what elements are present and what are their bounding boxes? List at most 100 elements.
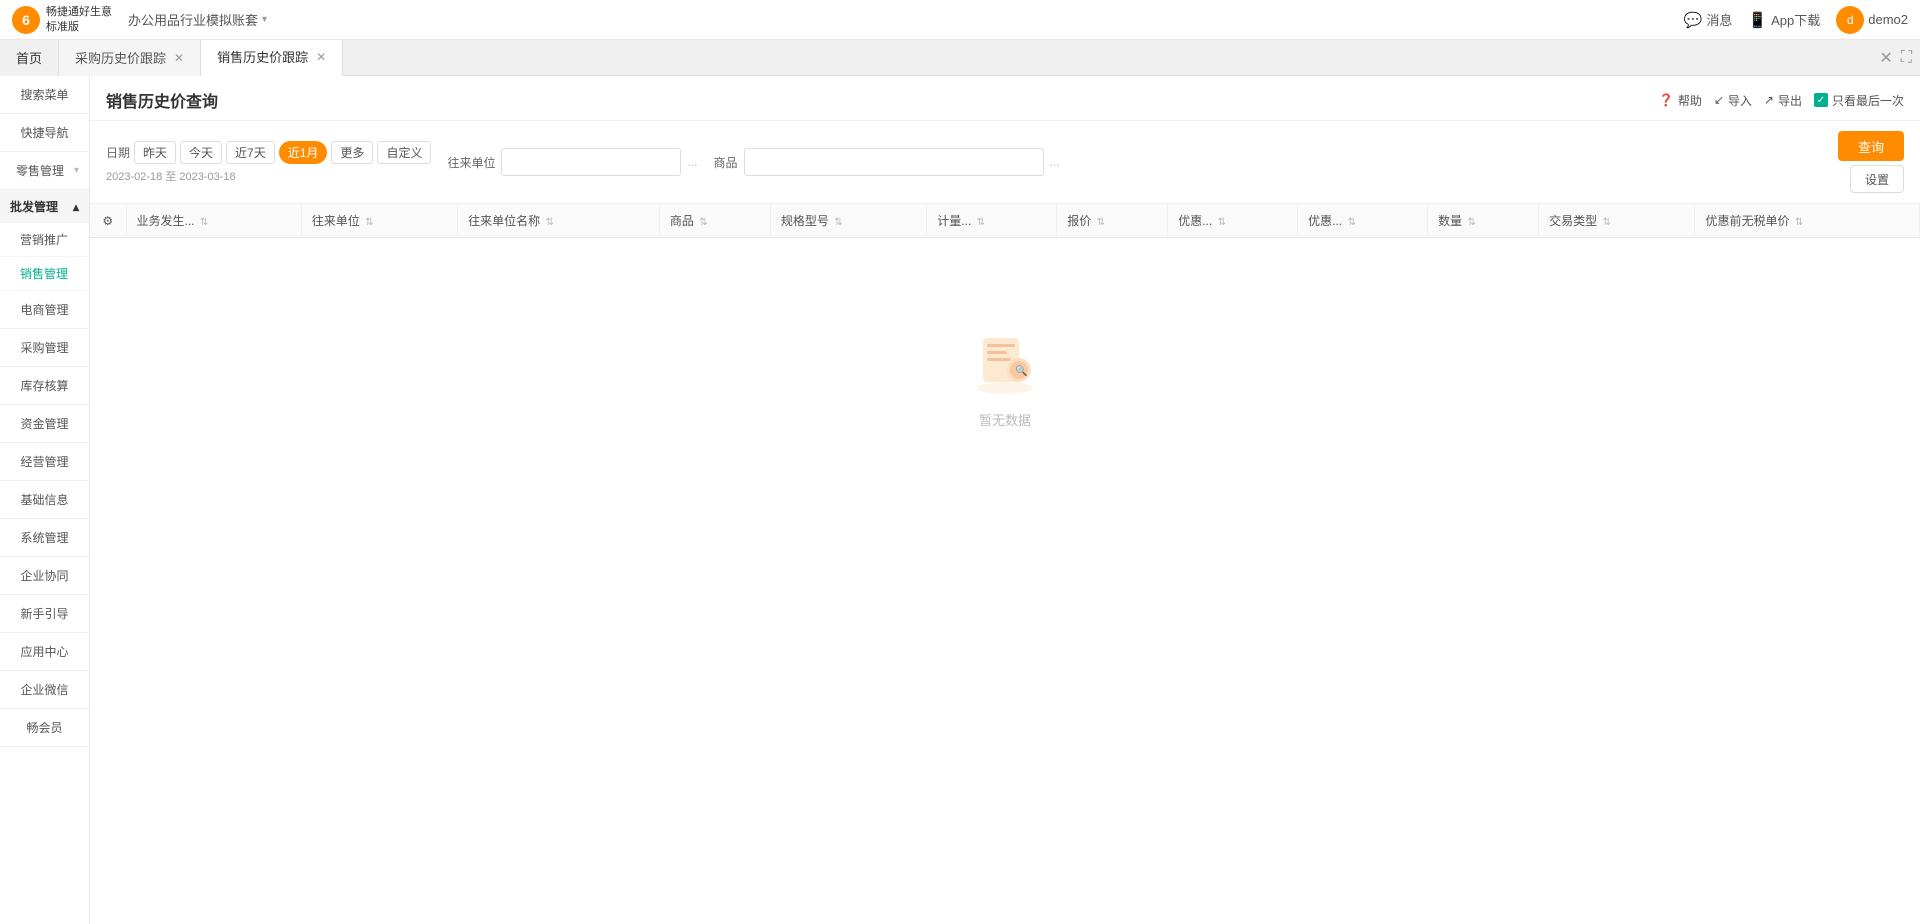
sidebar-item-guide[interactable]: 新手引导 xyxy=(0,595,89,633)
gear-icon: ⚙ xyxy=(102,214,113,228)
empty-state-icon: 🔍 xyxy=(965,318,1045,398)
date-btn-7days[interactable]: 近7天 xyxy=(226,141,275,164)
sidebar-item-finance[interactable]: 资金管理 xyxy=(0,405,89,443)
sidebar-item-operations[interactable]: 经营管理 xyxy=(0,443,89,481)
date-btn-more[interactable]: 更多 xyxy=(331,141,373,164)
sort-icon-partner-code: ⇅ xyxy=(365,217,373,228)
data-table: ⚙ 业务发生... ⇅ 往来单位 ⇅ 往来单位名称 xyxy=(90,204,1920,238)
sort-icon-partner-name: ⇅ xyxy=(546,217,554,228)
export-button[interactable]: ↗ 导出 xyxy=(1764,92,1802,109)
col-quantity[interactable]: 数量 ⇅ xyxy=(1428,204,1539,238)
sort-icon-quote: ⇅ xyxy=(1097,217,1105,228)
tab-purchase[interactable]: 采购历史价跟踪 ✕ xyxy=(59,40,201,76)
sidebar-item-system[interactable]: 系统管理 xyxy=(0,519,89,557)
message-icon: 💬 xyxy=(1684,11,1703,29)
product-filter-label: 商品 xyxy=(713,154,737,171)
only-last-checkbox-label[interactable]: ✓ 只看最后一次 xyxy=(1814,92,1904,109)
page-header: 销售历史价查询 ❓ 帮助 ↙ 导入 ↗ 导出 ✓ xyxy=(90,76,1920,121)
export-icon: ↗ xyxy=(1764,93,1774,107)
user-menu[interactable]: d demo2 xyxy=(1836,6,1908,34)
logo-area: 6 畅捷通好生意 标准版 xyxy=(12,5,112,34)
header-left: 6 畅捷通好生意 标准版 办公用品行业模拟账套 ▾ xyxy=(12,5,275,34)
svg-text:🔍: 🔍 xyxy=(1015,364,1027,377)
date-btn-custom[interactable]: 自定义 xyxy=(377,141,431,164)
tab-sales[interactable]: 销售历史价跟踪 ✕ xyxy=(201,40,343,76)
checkbox-checked-icon: ✓ xyxy=(1814,93,1828,107)
sort-icon-product: ⇅ xyxy=(699,217,707,228)
settings-button[interactable]: 设置 xyxy=(1850,165,1904,193)
col-discount2[interactable]: 优惠... ⇅ xyxy=(1298,204,1428,238)
sort-icon-discount2: ⇅ xyxy=(1348,217,1356,228)
expand-icon-retail: ▾ xyxy=(74,165,79,176)
col-discount1[interactable]: 优惠... ⇅ xyxy=(1168,204,1298,238)
col-spec[interactable]: 规格型号 ⇅ xyxy=(770,204,926,238)
partner-input[interactable] xyxy=(501,148,681,176)
sidebar-item-member[interactable]: 畅会员 xyxy=(0,709,89,747)
filter-actions: 查询 设置 xyxy=(1838,131,1904,193)
col-pre-tax-price[interactable]: 优惠前无税单价 ⇅ xyxy=(1695,204,1920,238)
sort-icon-biz-date: ⇅ xyxy=(200,217,208,228)
sidebar: 搜索菜单 快捷导航 零售管理 ▾ 批发管理 ▴ 营销推广 销售管理 电商管理 采… xyxy=(0,76,90,924)
message-action[interactable]: 💬 消息 xyxy=(1684,10,1733,29)
date-filter: 日期 昨天 今天 近7天 近1月 更多 自定义 2023-02-18 至 202… xyxy=(106,141,431,184)
product-input[interactable] xyxy=(744,148,1044,176)
page-wrapper: 销售历史价查询 ❓ 帮助 ↙ 导入 ↗ 导出 ✓ xyxy=(90,76,1920,924)
tab-bar-actions: ✕ ⛶ xyxy=(1879,48,1920,68)
date-btn-yesterday[interactable]: 昨天 xyxy=(134,141,176,164)
product-filter-dots[interactable]: ... xyxy=(1050,155,1060,169)
avatar: d xyxy=(1836,6,1864,34)
sidebar-item-search[interactable]: 搜索菜单 xyxy=(0,76,89,114)
tab-close-purchase[interactable]: ✕ xyxy=(174,51,184,65)
col-quote[interactable]: 报价 ⇅ xyxy=(1057,204,1168,238)
help-icon: ❓ xyxy=(1659,93,1674,107)
sidebar-item-purchase[interactable]: 采购管理 xyxy=(0,329,89,367)
sidebar-item-inventory[interactable]: 库存核算 xyxy=(0,367,89,405)
col-unit[interactable]: 计量... ⇅ xyxy=(927,204,1057,238)
page-header-actions: ❓ 帮助 ↙ 导入 ↗ 导出 ✓ 只看最后一次 xyxy=(1659,92,1904,109)
col-gear[interactable]: ⚙ xyxy=(90,204,126,238)
date-filter-label: 日期 xyxy=(106,144,130,161)
sidebar-item-basic[interactable]: 基础信息 xyxy=(0,481,89,519)
phone-icon: 📱 xyxy=(1748,11,1767,29)
sidebar-item-shortcut[interactable]: 快捷导航 xyxy=(0,114,89,152)
partner-filter-dots[interactable]: ... xyxy=(687,155,697,169)
main-layout: 搜索菜单 快捷导航 零售管理 ▾ 批发管理 ▴ 营销推广 销售管理 电商管理 采… xyxy=(0,76,1920,924)
sort-icon-spec: ⇅ xyxy=(834,217,842,228)
query-button[interactable]: 查询 xyxy=(1838,131,1904,161)
sort-icon-discount1: ⇅ xyxy=(1218,217,1226,228)
sidebar-item-apps[interactable]: 应用中心 xyxy=(0,633,89,671)
tab-close-sales[interactable]: ✕ xyxy=(316,50,326,64)
date-btn-today[interactable]: 今天 xyxy=(180,141,222,164)
header-right: 💬 消息 📱 App下载 d demo2 xyxy=(1684,6,1908,34)
workspace-dropdown[interactable]: 办公用品行业模拟账套 ▾ xyxy=(120,10,275,29)
import-button[interactable]: ↙ 导入 xyxy=(1714,92,1752,109)
col-product[interactable]: 商品 ⇅ xyxy=(659,204,770,238)
close-all-tabs-button[interactable]: ✕ xyxy=(1879,48,1892,68)
col-partner-name[interactable]: 往来单位名称 ⇅ xyxy=(458,204,660,238)
sidebar-item-sales-mgmt[interactable]: 销售管理 xyxy=(0,257,89,291)
top-header: 6 畅捷通好生意 标准版 办公用品行业模拟账套 ▾ 💬 消息 📱 App下载 d… xyxy=(0,0,1920,40)
tab-home[interactable]: 首页 xyxy=(0,40,59,76)
sidebar-item-enterprise[interactable]: 企业协同 xyxy=(0,557,89,595)
sidebar-item-wechat[interactable]: 企业微信 xyxy=(0,671,89,709)
tab-bar: 首页 采购历史价跟踪 ✕ 销售历史价跟踪 ✕ ✕ ⛶ xyxy=(0,40,1920,76)
empty-state: 🔍 暂无数据 xyxy=(90,238,1920,509)
sidebar-item-retail[interactable]: 零售管理 ▾ xyxy=(0,152,89,190)
date-buttons-row: 日期 昨天 今天 近7天 近1月 更多 自定义 xyxy=(106,141,431,164)
empty-state-text: 暂无数据 xyxy=(979,410,1031,429)
app-download-action[interactable]: 📱 App下载 xyxy=(1748,10,1820,29)
col-biz-date[interactable]: 业务发生... ⇅ xyxy=(126,204,301,238)
sort-icon-pre-tax-price: ⇅ xyxy=(1795,217,1803,228)
partner-filter: 往来单位 ... xyxy=(447,148,697,176)
maximize-button[interactable]: ⛶ xyxy=(1901,49,1912,67)
sidebar-section-wholesale[interactable]: 批发管理 ▴ xyxy=(0,190,89,223)
sidebar-item-ecommerce[interactable]: 电商管理 xyxy=(0,291,89,329)
sort-icon-unit: ⇅ xyxy=(977,217,985,228)
col-partner-code[interactable]: 往来单位 ⇅ xyxy=(301,204,457,238)
help-button[interactable]: ❓ 帮助 xyxy=(1659,92,1702,109)
collapse-icon-wholesale: ▴ xyxy=(73,200,79,214)
date-btn-1month[interactable]: 近1月 xyxy=(279,141,328,164)
sidebar-item-marketing[interactable]: 营销推广 xyxy=(0,223,89,257)
col-trade-type[interactable]: 交易类型 ⇅ xyxy=(1539,204,1695,238)
import-icon: ↙ xyxy=(1714,93,1724,107)
